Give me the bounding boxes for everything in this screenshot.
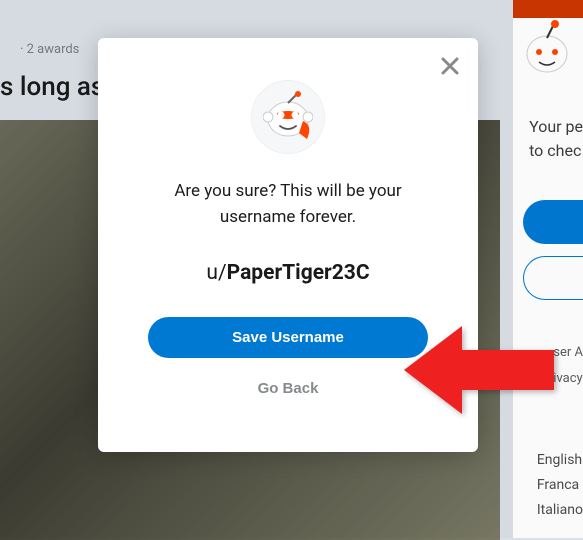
go-back-button[interactable]: Go Back xyxy=(258,380,319,397)
avatar xyxy=(251,80,325,154)
close-icon xyxy=(441,57,459,75)
confirm-message: Are you sure? This will be your username… xyxy=(122,178,454,231)
username-prefix: u/ xyxy=(206,261,226,285)
confirm-username-modal: Are you sure? This will be your username… xyxy=(98,38,478,452)
close-button[interactable] xyxy=(438,54,462,78)
username-display: u/PaperTiger23C xyxy=(122,261,454,285)
save-username-button[interactable]: Save Username xyxy=(148,317,428,358)
username-value: PaperTiger23C xyxy=(227,261,370,285)
snoo-avatar-icon xyxy=(263,91,313,143)
